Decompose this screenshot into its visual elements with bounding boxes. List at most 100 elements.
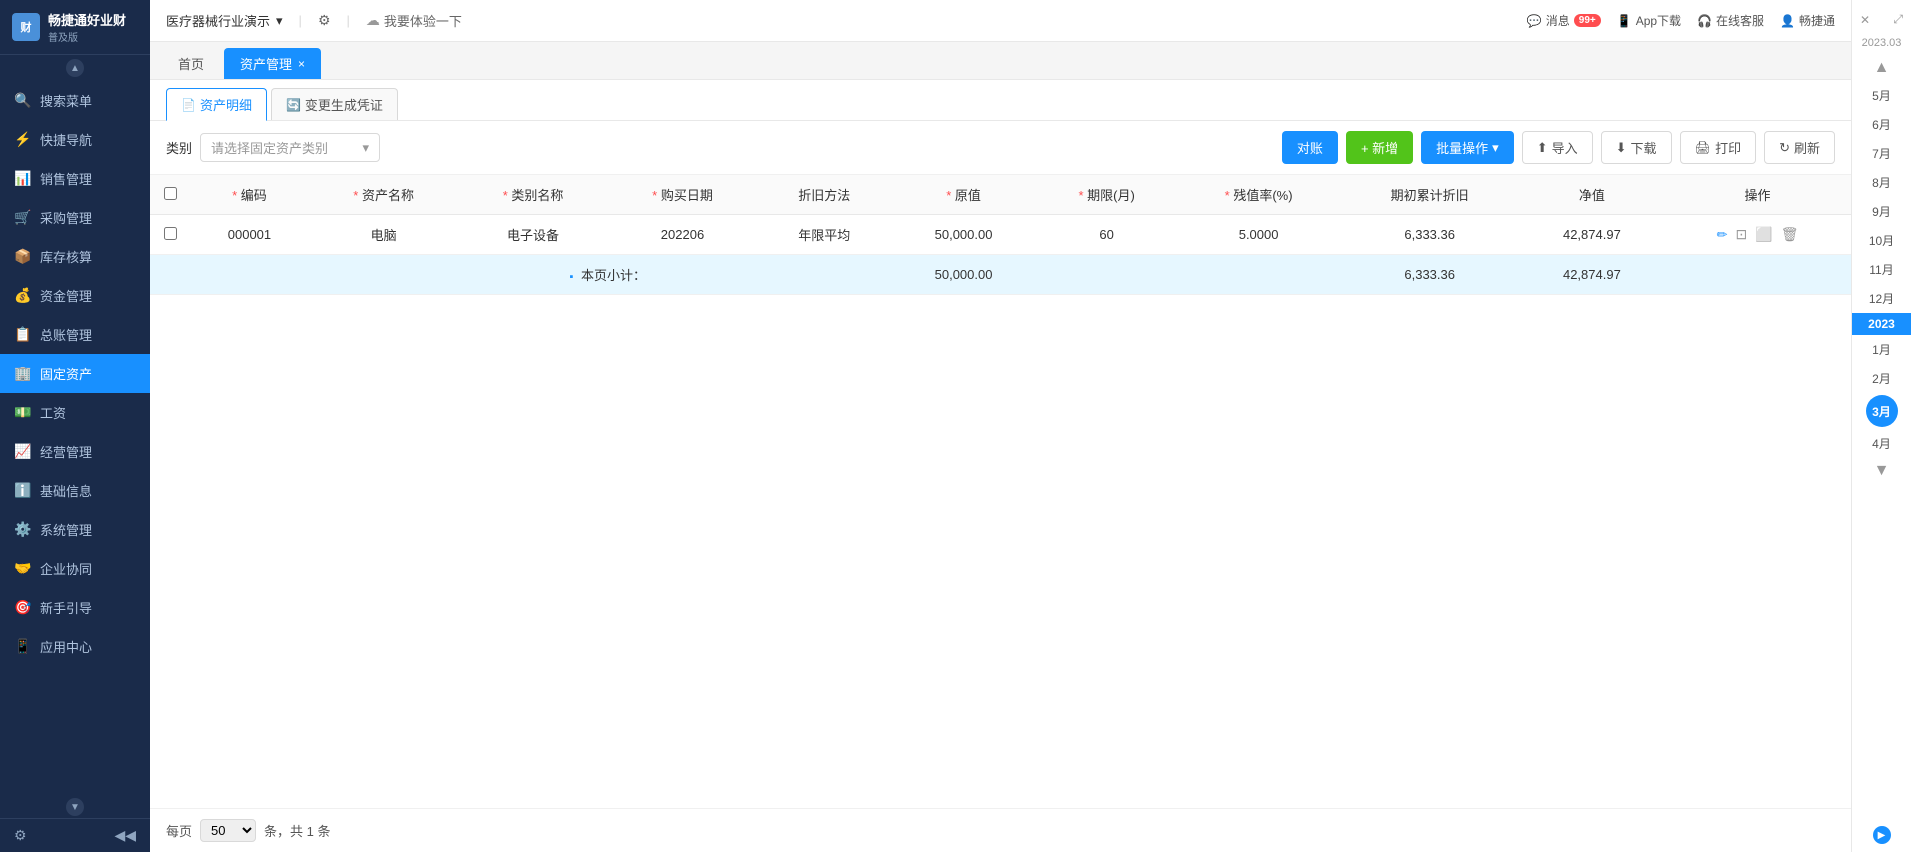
refresh-btn[interactable]: ↻ 刷新 [1764, 131, 1835, 164]
year-divider: 2023 [1852, 313, 1911, 335]
company-name: 医疗器械行业演示 [166, 11, 270, 30]
settings-gear-icon[interactable]: ⚙ [318, 12, 331, 29]
sidebar-item-funds[interactable]: 💰 资金管理 [0, 276, 150, 315]
app-download-label: App下载 [1636, 12, 1681, 29]
subtotal-label: 本页小计： [581, 268, 646, 283]
sidebar-item-fixed-assets[interactable]: 🏢 固定资产 [0, 354, 150, 393]
online-service-label: 在线客服 [1716, 12, 1764, 29]
sidebar-item-search-menu[interactable]: 🔍 搜索菜单 [0, 81, 150, 120]
cell-accumulated-depreciation: 6,333.36 [1340, 215, 1520, 255]
scroll-down-btn[interactable]: ▼ [66, 798, 84, 816]
sidebar-item-label: 快捷导航 [40, 130, 92, 149]
col-period: 期限(月) [1036, 175, 1178, 215]
sidebar-item-label: 销售管理 [40, 169, 92, 188]
change-voucher-icon: 🔄 [286, 98, 301, 112]
row-actions: ✏ ⊡ ⬜ 🗑 [1676, 226, 1839, 243]
month-10[interactable]: 10月 [1852, 226, 1911, 255]
per-page-select[interactable]: 50 100 200 [200, 819, 256, 842]
month-1[interactable]: 1月 [1852, 335, 1911, 364]
month-4[interactable]: 4月 [1852, 429, 1911, 458]
month-12[interactable]: 12月 [1852, 284, 1911, 313]
col-original-value: 原值 [891, 175, 1035, 215]
month-2[interactable]: 2月 [1852, 364, 1911, 393]
cell-original-value: 50,000.00 [891, 215, 1035, 255]
filter-arrow-icon: ▾ [362, 140, 369, 156]
toolbar: 类别 请选择固定资产类别 ▾ 对账 + 新增 批量操作 ▾ ⬆ [150, 121, 1851, 175]
category-filter[interactable]: 请选择固定资产类别 ▾ [200, 133, 380, 162]
cell-category: 电子设备 [458, 215, 607, 255]
panel-toggle-btn[interactable]: ▶ [1873, 826, 1891, 844]
right-panel: ✕ ⤢ 2023.03 ▲ 5月 6月 7月 8月 9月 10月 11月 12月… [1851, 0, 1911, 852]
sidebar-item-operations[interactable]: 📈 经营管理 [0, 432, 150, 471]
purchase-icon: 🛒 [14, 209, 32, 226]
tab-asset-management[interactable]: 资产管理 × [224, 48, 321, 79]
page-content: 📄 资产明细 🔄 变更生成凭证 类别 请选择固定资产类别 ▾ 对账 [150, 80, 1851, 852]
month-9[interactable]: 9月 [1852, 197, 1911, 226]
subtab-change-voucher[interactable]: 🔄 变更生成凭证 [271, 88, 398, 120]
batch-btn[interactable]: 批量操作 ▾ [1421, 131, 1514, 164]
pagination-total: 条，共 1 条 [264, 821, 330, 840]
panel-up-btn[interactable]: ▲ [1870, 55, 1894, 81]
month-5[interactable]: 5月 [1852, 81, 1911, 110]
select-all-checkbox[interactable] [164, 187, 177, 200]
month-7[interactable]: 7月 [1852, 139, 1911, 168]
collapse-icon[interactable]: ◀◀ [114, 827, 136, 844]
sidebar-item-inventory[interactable]: 📦 库存核算 [0, 237, 150, 276]
tab-home[interactable]: 首页 [162, 48, 220, 79]
operations-icon: 📈 [14, 443, 32, 460]
messages-btn[interactable]: 💬 消息 99+ [1527, 12, 1601, 29]
scroll-up-btn[interactable]: ▲ [66, 59, 84, 77]
month-11[interactable]: 11月 [1852, 255, 1911, 284]
asset-table: 编码 资产名称 类别名称 购买日期 折旧方法 原值 期限(月) 残值率(%) 期… [150, 175, 1851, 295]
settings-icon[interactable]: ⚙ [14, 827, 27, 844]
online-service-btn[interactable]: 🎧 在线客服 [1697, 12, 1764, 29]
new-btn[interactable]: + 新增 [1346, 131, 1413, 164]
toolbar-right: 对账 + 新增 批量操作 ▾ ⬆ 导入 ⬇ 下载 🖨 [1282, 131, 1835, 164]
tab-close-icon[interactable]: × [298, 57, 305, 71]
edit-icon[interactable]: ✏ [1717, 227, 1728, 243]
panel-expand-icon[interactable]: ⤢ [1893, 12, 1903, 27]
subtab-asset-detail[interactable]: 📄 资产明细 [166, 88, 267, 121]
subtotal-accumulated: 6,333.36 [1340, 255, 1520, 295]
reconcile-btn[interactable]: 对账 [1282, 131, 1338, 164]
month-6[interactable]: 6月 [1852, 110, 1911, 139]
app-download-btn[interactable]: 📱 App下载 [1617, 12, 1681, 29]
system-icon: ⚙️ [14, 521, 32, 538]
cloud-icon: ☁ [366, 12, 380, 29]
sidebar-item-purchase[interactable]: 🛒 采购管理 [0, 198, 150, 237]
month-3-active[interactable]: 3月 [1866, 395, 1898, 427]
sidebar-item-system[interactable]: ⚙️ 系统管理 [0, 510, 150, 549]
sidebar-item-enterprise[interactable]: 🤝 企业协同 [0, 549, 150, 588]
import-btn[interactable]: ⬆ 导入 [1522, 131, 1593, 164]
filter-label: 类别 [166, 138, 192, 157]
toolbar-left: 类别 请选择固定资产类别 ▾ [166, 133, 380, 162]
tabbar: 首页 资产管理 × [150, 42, 1851, 80]
sidebar-item-guide[interactable]: 🎯 新手引导 [0, 588, 150, 627]
topbar-divider: | [299, 13, 302, 28]
delete-icon[interactable]: 🗑 [1781, 226, 1799, 243]
sidebar-item-quick-nav[interactable]: ⚡ 快捷导航 [0, 120, 150, 159]
sidebar-item-sales[interactable]: 📊 销售管理 [0, 159, 150, 198]
panel-header: ✕ ⤢ [1852, 8, 1911, 31]
row-checkbox[interactable] [164, 227, 177, 240]
download-btn[interactable]: ⬇ 下载 [1601, 131, 1672, 164]
panel-down-btn[interactable]: ▼ [1870, 458, 1894, 484]
sidebar-item-ledger[interactable]: 📋 总账管理 [0, 315, 150, 354]
cell-code: 000001 [190, 215, 309, 255]
tab-asset-label: 资产管理 [240, 54, 292, 73]
user-btn[interactable]: 👤 畅捷通 [1780, 12, 1835, 29]
experience-btn[interactable]: ☁ 我要体验一下 [366, 11, 462, 30]
sidebar-item-app-center[interactable]: 📱 应用中心 [0, 627, 150, 666]
subtabs: 📄 资产明细 🔄 变更生成凭证 [150, 80, 1851, 121]
copy-icon[interactable]: ⊡ [1736, 226, 1748, 243]
batch-btn-arrow: ▾ [1492, 140, 1499, 156]
panel-close-icon[interactable]: ✕ [1860, 13, 1870, 27]
print-btn[interactable]: 🖨 打印 [1680, 131, 1757, 164]
company-selector[interactable]: 医疗器械行业演示 ▾ [166, 11, 283, 30]
sidebar-item-label: 应用中心 [40, 637, 92, 656]
sidebar-item-base-info[interactable]: ℹ️ 基础信息 [0, 471, 150, 510]
sidebar-item-payroll[interactable]: 💵 工资 [0, 393, 150, 432]
table-row: 000001 电脑 电子设备 202206 年限平均 50,000.00 60 … [150, 215, 1851, 255]
more-icon[interactable]: ⬜ [1755, 226, 1772, 243]
month-8[interactable]: 8月 [1852, 168, 1911, 197]
